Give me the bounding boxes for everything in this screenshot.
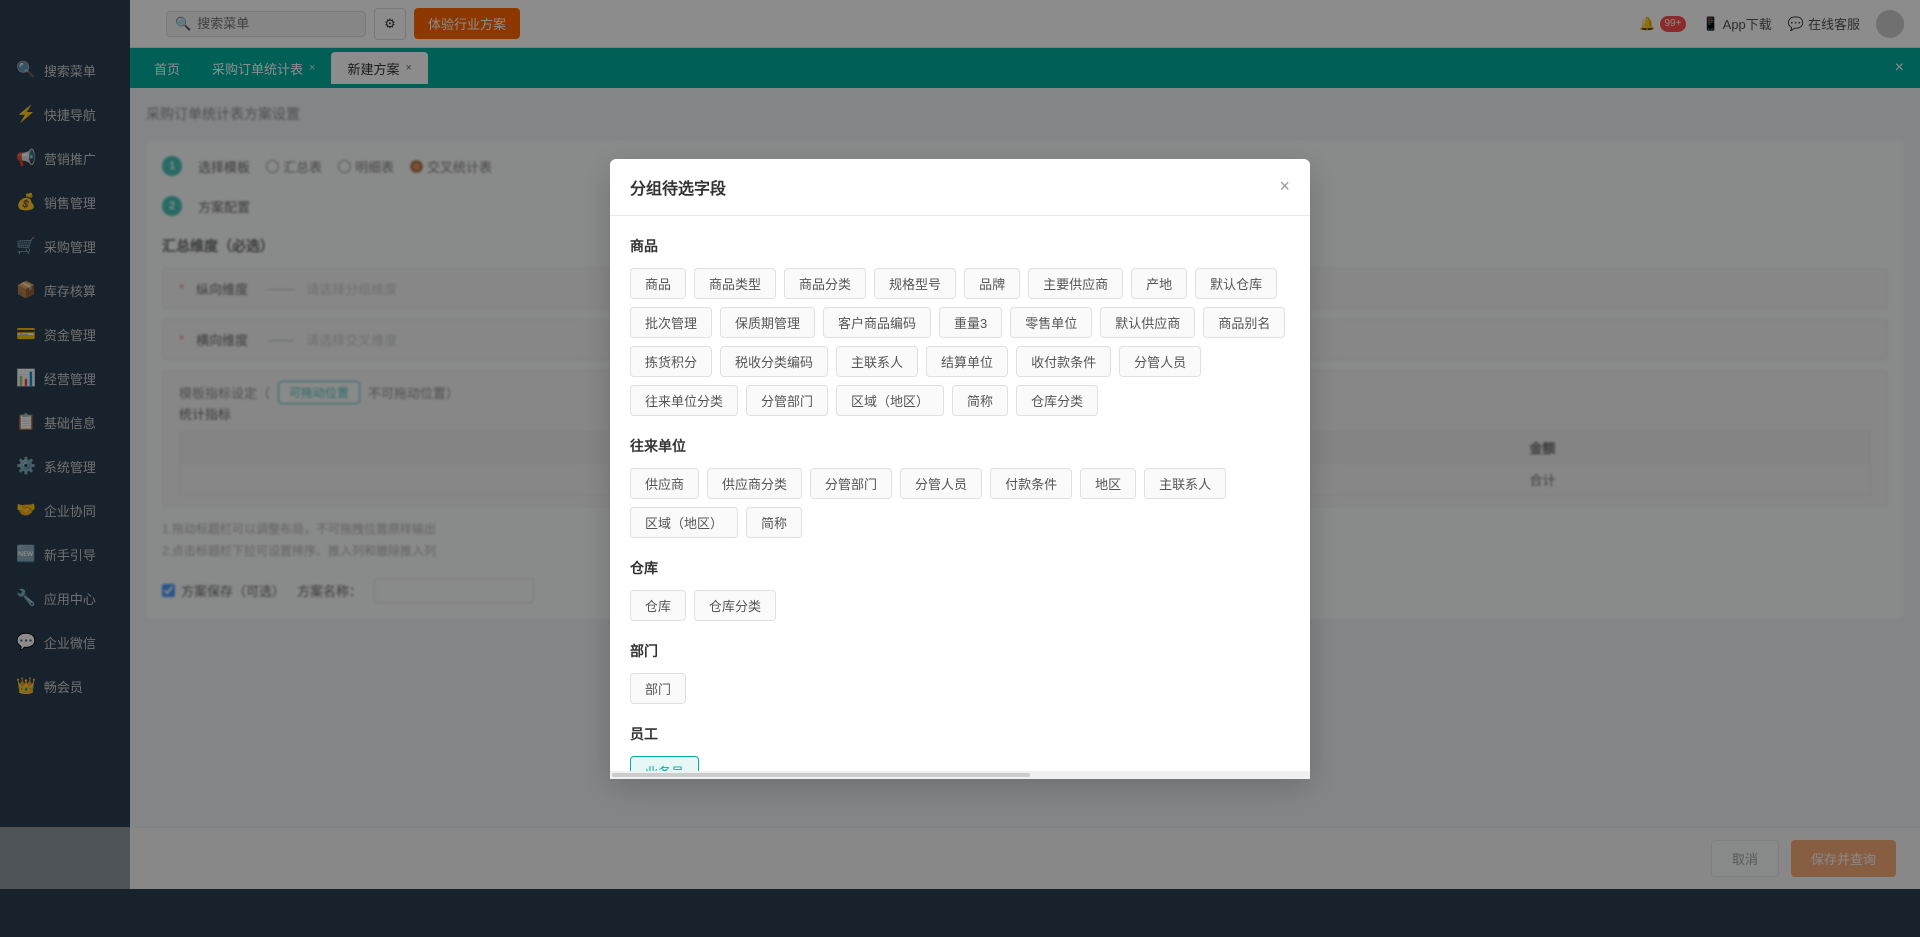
section-tags-3: 部门 <box>630 673 1290 704</box>
field-tag-0-18[interactable]: 结算单位 <box>926 346 1008 377</box>
field-tag-0-11[interactable]: 重量3 <box>939 307 1002 338</box>
field-tag-0-21[interactable]: 往来单位分类 <box>630 385 738 416</box>
field-tag-0-0[interactable]: 商品 <box>630 268 686 299</box>
field-tag-1-7[interactable]: 区域（地区） <box>630 507 738 538</box>
modal-dialog: 分组待选字段 × 商品商品商品类型商品分类规格型号品牌主要供应商产地默认仓库批次… <box>610 159 1310 779</box>
section-title-3: 部门 <box>630 641 1290 661</box>
field-tag-4-0[interactable]: 业务员 <box>630 756 699 772</box>
field-tag-0-15[interactable]: 拣货积分 <box>630 346 712 377</box>
horizontal-scrollbar[interactable] <box>610 771 1310 779</box>
section-tags-4: 业务员 <box>630 756 1290 772</box>
field-tag-0-20[interactable]: 分管人员 <box>1119 346 1201 377</box>
field-tag-1-4[interactable]: 付款条件 <box>990 468 1072 499</box>
section-title-0: 商品 <box>630 236 1290 256</box>
field-tag-1-1[interactable]: 供应商分类 <box>707 468 802 499</box>
field-tag-0-10[interactable]: 客户商品编码 <box>823 307 931 338</box>
field-tag-1-6[interactable]: 主联系人 <box>1144 468 1226 499</box>
modal-body: 商品商品商品类型商品分类规格型号品牌主要供应商产地默认仓库批次管理保质期管理客户… <box>610 216 1310 772</box>
field-tag-0-17[interactable]: 主联系人 <box>836 346 918 377</box>
field-tag-2-1[interactable]: 仓库分类 <box>694 590 776 621</box>
modal-section-2: 仓库仓库仓库分类 <box>630 558 1290 621</box>
modal-section-1: 往来单位供应商供应商分类分管部门分管人员付款条件地区主联系人区域（地区） 简称 <box>630 436 1290 538</box>
modal-section-3: 部门部门 <box>630 641 1290 704</box>
field-tag-0-23[interactable]: 区域（地区） <box>836 385 944 416</box>
modal-section-0: 商品商品商品类型商品分类规格型号品牌主要供应商产地默认仓库批次管理保质期管理客户… <box>630 236 1290 416</box>
section-title-1: 往来单位 <box>630 436 1290 456</box>
field-tag-0-14[interactable]: 商品别名 <box>1203 307 1285 338</box>
field-tag-0-4[interactable]: 品牌 <box>964 268 1020 299</box>
field-tag-3-0[interactable]: 部门 <box>630 673 686 704</box>
field-tag-0-7[interactable]: 默认仓库 <box>1195 268 1277 299</box>
field-tag-0-24[interactable]: 简称 <box>952 385 1008 416</box>
field-tag-0-12[interactable]: 零售单位 <box>1010 307 1092 338</box>
field-tag-0-2[interactable]: 商品分类 <box>784 268 866 299</box>
section-title-2: 仓库 <box>630 558 1290 578</box>
section-tags-0: 商品商品类型商品分类规格型号品牌主要供应商产地默认仓库批次管理保质期管理客户商品… <box>630 268 1290 416</box>
section-tags-2: 仓库仓库分类 <box>630 590 1290 621</box>
field-tag-1-3[interactable]: 分管人员 <box>900 468 982 499</box>
modal-header: 分组待选字段 × <box>610 159 1310 216</box>
modal-overlay[interactable]: 分组待选字段 × 商品商品商品类型商品分类规格型号品牌主要供应商产地默认仓库批次… <box>0 0 1920 937</box>
modal-section-4: 员工业务员 <box>630 724 1290 772</box>
field-tag-0-13[interactable]: 默认供应商 <box>1100 307 1195 338</box>
section-title-4: 员工 <box>630 724 1290 744</box>
field-tag-0-1[interactable]: 商品类型 <box>694 268 776 299</box>
field-tag-1-0[interactable]: 供应商 <box>630 468 699 499</box>
field-tag-0-19[interactable]: 收付款条件 <box>1016 346 1111 377</box>
field-tag-1-2[interactable]: 分管部门 <box>810 468 892 499</box>
field-tag-1-5[interactable]: 地区 <box>1080 468 1136 499</box>
field-tag-1-8[interactable]: 简称 <box>746 507 802 538</box>
modal-scroll-bottom <box>610 772 1310 779</box>
field-tag-0-25[interactable]: 仓库分类 <box>1016 385 1098 416</box>
modal-title: 分组待选字段 <box>630 175 726 199</box>
field-tag-0-16[interactable]: 税收分类编码 <box>720 346 828 377</box>
field-tag-2-0[interactable]: 仓库 <box>630 590 686 621</box>
field-tag-0-9[interactable]: 保质期管理 <box>720 307 815 338</box>
field-tag-0-8[interactable]: 批次管理 <box>630 307 712 338</box>
scroll-thumb <box>612 773 1030 777</box>
section-tags-1: 供应商供应商分类分管部门分管人员付款条件地区主联系人区域（地区） 简称 <box>630 468 1290 538</box>
field-tag-0-3[interactable]: 规格型号 <box>874 268 956 299</box>
modal-close-button[interactable]: × <box>1279 176 1290 197</box>
field-tag-0-6[interactable]: 产地 <box>1131 268 1187 299</box>
field-tag-0-22[interactable]: 分管部门 <box>746 385 828 416</box>
field-tag-0-5[interactable]: 主要供应商 <box>1028 268 1123 299</box>
